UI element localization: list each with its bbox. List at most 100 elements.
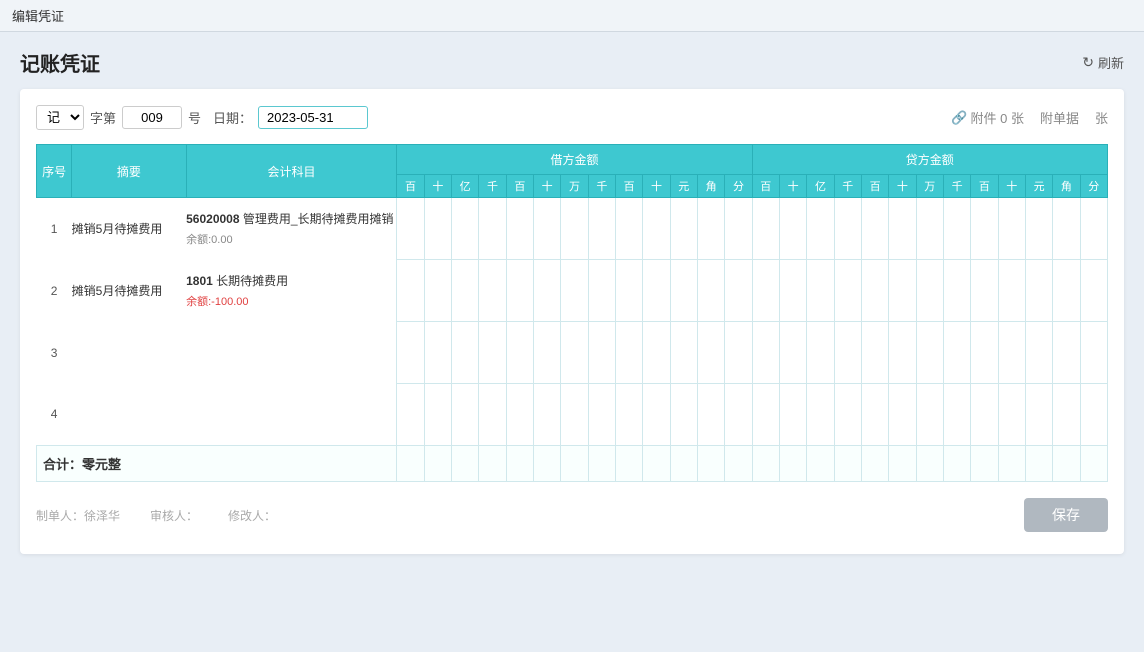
- row-credit-2-11[interactable]: [1053, 322, 1080, 384]
- row-credit-0-4[interactable]: [861, 198, 888, 260]
- attachment-link[interactable]: 🔗 附件 0 张: [951, 108, 1024, 127]
- row-credit-2-5[interactable]: [889, 322, 916, 384]
- row-credit-3-2[interactable]: [807, 384, 834, 446]
- row-account-1[interactable]: 1801 长期待摊费用余额:-100.00: [186, 260, 397, 322]
- row-credit-0-3[interactable]: [834, 198, 861, 260]
- row-debit-0-3[interactable]: [479, 198, 506, 260]
- row-debit-3-9[interactable]: [643, 384, 670, 446]
- row-credit-2-12[interactable]: [1080, 322, 1107, 384]
- row-credit-1-7[interactable]: [943, 260, 970, 322]
- row-debit-3-1[interactable]: [424, 384, 451, 446]
- row-credit-2-3[interactable]: [834, 322, 861, 384]
- row-credit-0-7[interactable]: [943, 198, 970, 260]
- refresh-button[interactable]: ↻ 刷新: [1082, 53, 1124, 72]
- row-debit-2-7[interactable]: [588, 322, 615, 384]
- table-row[interactable]: 4: [37, 384, 1108, 446]
- row-credit-2-9[interactable]: [998, 322, 1025, 384]
- row-debit-1-10[interactable]: [670, 260, 697, 322]
- row-debit-0-2[interactable]: [452, 198, 479, 260]
- row-credit-3-4[interactable]: [861, 384, 888, 446]
- row-debit-1-8[interactable]: [615, 260, 642, 322]
- row-account-0[interactable]: 56020008 管理费用_长期待摊费用摊销余额:0.00: [186, 198, 397, 260]
- row-credit-3-3[interactable]: [834, 384, 861, 446]
- row-debit-3-8[interactable]: [615, 384, 642, 446]
- row-credit-1-12[interactable]: [1080, 260, 1107, 322]
- row-debit-2-6[interactable]: [561, 322, 588, 384]
- row-credit-1-8[interactable]: [971, 260, 998, 322]
- row-credit-3-10[interactable]: [1025, 384, 1052, 446]
- table-row[interactable]: 2摊销5月待摊费用1801 长期待摊费用余额:-100.00: [37, 260, 1108, 322]
- row-debit-1-1[interactable]: [424, 260, 451, 322]
- row-credit-0-1[interactable]: [779, 198, 806, 260]
- row-debit-1-11[interactable]: [697, 260, 724, 322]
- row-summary-0[interactable]: 摊销5月待摊费用: [72, 198, 186, 260]
- row-credit-1-5[interactable]: [889, 260, 916, 322]
- row-debit-3-0[interactable]: [397, 384, 424, 446]
- row-credit-2-2[interactable]: [807, 322, 834, 384]
- row-credit-0-6[interactable]: [916, 198, 943, 260]
- row-credit-3-5[interactable]: [889, 384, 916, 446]
- row-debit-0-8[interactable]: [615, 198, 642, 260]
- row-debit-2-10[interactable]: [670, 322, 697, 384]
- row-debit-2-0[interactable]: [397, 322, 424, 384]
- row-summary-2[interactable]: [72, 322, 186, 384]
- row-debit-3-5[interactable]: [534, 384, 561, 446]
- row-credit-2-8[interactable]: [971, 322, 998, 384]
- row-debit-3-12[interactable]: [725, 384, 752, 446]
- row-summary-1[interactable]: 摊销5月待摊费用: [72, 260, 186, 322]
- row-account-2[interactable]: [186, 322, 397, 384]
- row-debit-0-1[interactable]: [424, 198, 451, 260]
- row-credit-2-4[interactable]: [861, 322, 888, 384]
- row-credit-1-2[interactable]: [807, 260, 834, 322]
- row-credit-3-11[interactable]: [1053, 384, 1080, 446]
- row-debit-3-11[interactable]: [697, 384, 724, 446]
- row-debit-1-5[interactable]: [534, 260, 561, 322]
- row-credit-2-1[interactable]: [779, 322, 806, 384]
- attachment-single-link[interactable]: 附单据: [1040, 108, 1079, 127]
- row-credit-0-5[interactable]: [889, 198, 916, 260]
- row-credit-0-12[interactable]: [1080, 198, 1107, 260]
- row-debit-3-10[interactable]: [670, 384, 697, 446]
- row-debit-3-7[interactable]: [588, 384, 615, 446]
- row-debit-2-5[interactable]: [534, 322, 561, 384]
- row-debit-2-2[interactable]: [452, 322, 479, 384]
- row-debit-2-12[interactable]: [725, 322, 752, 384]
- row-credit-3-8[interactable]: [971, 384, 998, 446]
- row-credit-1-4[interactable]: [861, 260, 888, 322]
- row-debit-0-6[interactable]: [561, 198, 588, 260]
- row-debit-3-3[interactable]: [479, 384, 506, 446]
- row-debit-1-4[interactable]: [506, 260, 533, 322]
- row-debit-1-9[interactable]: [643, 260, 670, 322]
- row-credit-0-9[interactable]: [998, 198, 1025, 260]
- row-debit-3-2[interactable]: [452, 384, 479, 446]
- table-row[interactable]: 3: [37, 322, 1108, 384]
- row-account-3[interactable]: [186, 384, 397, 446]
- row-credit-2-10[interactable]: [1025, 322, 1052, 384]
- row-debit-0-0[interactable]: [397, 198, 424, 260]
- row-debit-1-2[interactable]: [452, 260, 479, 322]
- row-credit-1-1[interactable]: [779, 260, 806, 322]
- save-button[interactable]: 保存: [1024, 498, 1108, 532]
- row-credit-2-6[interactable]: [916, 322, 943, 384]
- row-credit-0-11[interactable]: [1053, 198, 1080, 260]
- row-debit-2-11[interactable]: [697, 322, 724, 384]
- row-credit-1-9[interactable]: [998, 260, 1025, 322]
- row-debit-2-1[interactable]: [424, 322, 451, 384]
- row-debit-1-3[interactable]: [479, 260, 506, 322]
- row-debit-0-9[interactable]: [643, 198, 670, 260]
- voucher-number-input[interactable]: [122, 106, 182, 129]
- row-debit-0-11[interactable]: [697, 198, 724, 260]
- row-credit-3-12[interactable]: [1080, 384, 1107, 446]
- row-debit-3-6[interactable]: [561, 384, 588, 446]
- date-input[interactable]: [258, 106, 368, 129]
- row-debit-1-0[interactable]: [397, 260, 424, 322]
- row-debit-0-7[interactable]: [588, 198, 615, 260]
- row-credit-1-10[interactable]: [1025, 260, 1052, 322]
- row-credit-2-7[interactable]: [943, 322, 970, 384]
- row-credit-1-0[interactable]: [752, 260, 779, 322]
- row-debit-1-7[interactable]: [588, 260, 615, 322]
- row-credit-0-0[interactable]: [752, 198, 779, 260]
- row-credit-1-6[interactable]: [916, 260, 943, 322]
- row-debit-1-6[interactable]: [561, 260, 588, 322]
- table-row[interactable]: 1摊销5月待摊费用56020008 管理费用_长期待摊费用摊销余额:0.00: [37, 198, 1108, 260]
